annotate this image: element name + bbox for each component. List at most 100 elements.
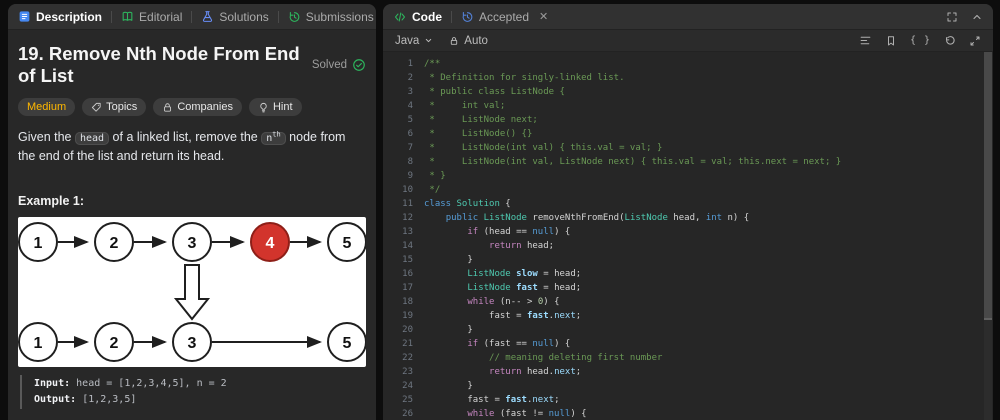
code-text: public ListNode removeNthFromEnd(ListNod… (445, 213, 750, 223)
code-text: * ListNode(int val, ListNode next) { thi… (424, 157, 842, 167)
code-line[interactable]: 3 * public class ListNode { (383, 85, 993, 99)
bookmark-button[interactable] (885, 35, 897, 47)
code-line[interactable]: 12 public ListNode removeNthFromEnd(List… (383, 211, 993, 225)
line-number: 15 (402, 255, 413, 265)
code-text: } (424, 381, 473, 391)
line-number: 21 (402, 339, 413, 349)
collapse-panel-button[interactable] (971, 11, 983, 23)
code-line[interactable]: 8 * ListNode(int val, ListNode next) { t… (383, 155, 993, 169)
code-line[interactable]: 5 * ListNode next; (383, 113, 993, 127)
line-number: 16 (402, 269, 413, 279)
code-line[interactable]: 24 } (383, 379, 993, 393)
code-line[interactable]: 9 * } (383, 169, 993, 183)
linked-list-svg: 1 2 3 4 5 1 2 3 5 (18, 221, 366, 362)
tab-solutions[interactable]: Solutions (201, 9, 269, 24)
node-value: 5 (343, 335, 352, 352)
code-line[interactable]: 19 fast = fast.next; (383, 309, 993, 323)
code-text: class Solution { (424, 199, 511, 209)
reset-code-button[interactable] (944, 35, 956, 47)
lock-icon (164, 102, 172, 112)
companies-button[interactable]: Companies (153, 98, 242, 116)
line-number: 17 (402, 283, 413, 293)
input-label: Input: (34, 377, 71, 389)
tab-label: Solutions (219, 9, 269, 24)
line-number: 6 (407, 129, 413, 139)
code-text: } (424, 255, 473, 265)
tab-description[interactable]: Description (18, 10, 102, 24)
code-text: * int val; (424, 101, 506, 111)
tab-divider (451, 10, 452, 23)
tab-editorial[interactable]: Editorial (121, 10, 182, 24)
code-line[interactable]: 14 return head; (383, 239, 993, 253)
autocomplete-toggle[interactable]: Auto (449, 35, 488, 47)
tab-label: Description (36, 9, 103, 24)
problem-statement: Given the head of a linked list, remove … (18, 130, 346, 164)
code-editor[interactable]: 1 /** 2 * Definition for singly-linked lis… (383, 52, 993, 420)
line-number: 18 (402, 297, 413, 307)
language-selector[interactable]: Java (395, 35, 433, 47)
node-value: 4 (266, 235, 275, 252)
description-panel: Description Editorial Solutions Submissi… (8, 4, 376, 420)
code-line[interactable]: 23 return head.next; (383, 365, 993, 379)
pill-label: Companies (177, 101, 233, 113)
hint-button[interactable]: Hint (248, 98, 302, 116)
line-number: 10 (402, 185, 413, 195)
code-line[interactable]: 22 // meaning deleting first number (383, 351, 993, 365)
tab-label: Submissions (305, 9, 374, 24)
chevron-up-icon (973, 14, 981, 19)
example-input-line: Input: head = [1,2,3,4,5], n = 2 (34, 376, 366, 392)
fullscreen-button[interactable] (946, 11, 958, 23)
difficulty-badge[interactable]: Medium (18, 98, 76, 116)
code-line[interactable]: 4 * int val; (383, 99, 993, 113)
node-value: 3 (188, 235, 197, 252)
transform-down-arrow (173, 263, 211, 321)
code-line[interactable]: 13 if (head == null) { (383, 225, 993, 239)
tab-submissions[interactable]: Submissions (288, 10, 374, 24)
line-number: 13 (402, 227, 413, 237)
node-value: 3 (188, 335, 197, 352)
code-line[interactable]: 1 /** (383, 57, 993, 71)
code-line[interactable]: 15 } (383, 253, 993, 267)
line-number: 2 (407, 73, 413, 83)
editor-scrollbar-thumb[interactable] (984, 52, 992, 320)
code-line[interactable]: 16 ListNode slow = head; (383, 267, 993, 281)
tab-accepted[interactable]: Accepted ✕ (461, 10, 548, 24)
line-number: 12 (402, 213, 413, 223)
tab-code[interactable]: Code (393, 10, 442, 24)
code-line[interactable]: 20 } (383, 323, 993, 337)
code-text: fast = fast.next; (424, 311, 582, 321)
language-label: Java (395, 34, 420, 47)
code-line[interactable]: 2 * Definition for singly-linked list. (383, 71, 993, 85)
right-panel-tab-bar: Code Accepted ✕ (383, 4, 993, 30)
line-number: 24 (402, 381, 413, 391)
solved-check-icon (353, 59, 365, 71)
code-text: * } (424, 171, 446, 181)
code-line[interactable]: 26 while (fast != null) { (383, 407, 993, 420)
code-line[interactable]: 17 ListNode fast = head; (383, 281, 993, 295)
close-tab-icon[interactable]: ✕ (539, 10, 548, 23)
tab-divider (277, 10, 279, 23)
code-line[interactable]: 10 */ (383, 183, 993, 197)
format-code-button[interactable] (859, 34, 872, 47)
code-text: * ListNode next; (424, 115, 538, 125)
braces-button[interactable]: { } (910, 35, 931, 46)
problem-title: 19. Remove Nth Node From End of List (18, 43, 300, 86)
code-text: * public class ListNode { (424, 87, 565, 97)
code-text: ListNode slow = head; (467, 269, 582, 279)
tab-divider (191, 10, 193, 23)
maximize-editor-button[interactable] (969, 35, 981, 47)
code-line[interactable]: 25 fast = fast.next; (383, 393, 993, 407)
pill-label: Topics (106, 101, 138, 113)
code-line[interactable]: 7 * ListNode(int val) { this.val = val; … (383, 141, 993, 155)
topics-button[interactable]: Topics (82, 98, 147, 116)
accepted-history-icon (462, 12, 473, 22)
editor-toolbar: Java Auto { } (383, 30, 993, 52)
code-line[interactable]: 21 if (fast == null) { (383, 337, 993, 351)
code-text: if (head == null) { (467, 227, 571, 237)
description-icon (19, 11, 30, 22)
code-line[interactable]: 18 while (n-- > 0) { (383, 295, 993, 309)
code-line[interactable]: 6 * ListNode() {} (383, 127, 993, 141)
format-lines-icon (860, 36, 871, 45)
code-line[interactable]: 11 class Solution { (383, 197, 993, 211)
code-text: ListNode fast = head; (467, 283, 582, 293)
